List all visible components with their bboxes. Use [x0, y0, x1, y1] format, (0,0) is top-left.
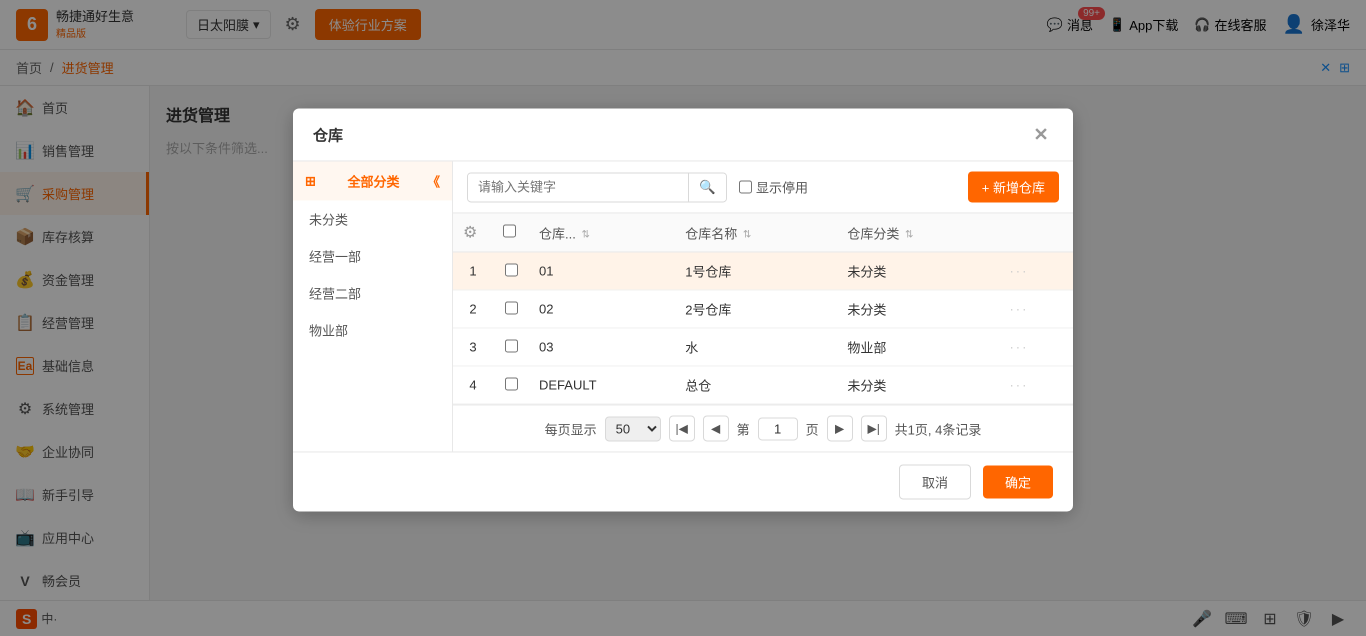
show-disabled-checkbox-label[interactable]: 显示停用 [739, 177, 808, 196]
th-name: 仓库名称 ⇅ [675, 213, 837, 252]
warehouse-table: ⚙ 仓库... ⇅ 仓库名称 ⇅ 仓库分类 ⇅ 1 01 [453, 213, 1073, 404]
row-num: 2 [453, 290, 493, 328]
table-row[interactable]: 4 DEFAULT 总仓 未分类 ··· [453, 366, 1073, 404]
page-label: 第 [737, 419, 750, 438]
per-page-label: 每页显示 [545, 419, 597, 438]
sort-icon-code: ⇅ [581, 229, 589, 240]
category-item-uncategorized[interactable]: 未分类 [293, 200, 452, 237]
warehouse-modal: 仓库 ✕ ⊞ 全部分类 《 未分类 经营一部 经营二部 物业部 [293, 108, 1073, 511]
row-name: 水 [675, 328, 837, 366]
total-records: 共1页, 4条记录 [895, 419, 982, 438]
row-category: 物业部 [837, 328, 999, 366]
select-all-checkbox[interactable] [503, 224, 516, 237]
row-category: 未分类 [837, 366, 999, 404]
row-checkbox-cell [493, 328, 529, 366]
table-row[interactable]: 3 03 水 物业部 ··· [453, 328, 1073, 366]
row-category: 未分类 [837, 290, 999, 328]
search-input[interactable] [468, 173, 688, 200]
category-list: 未分类 经营一部 经营二部 物业部 [293, 200, 452, 451]
row-checkbox[interactable] [505, 377, 518, 390]
row-code: 01 [529, 252, 675, 290]
row-checkbox[interactable] [505, 301, 518, 314]
per-page-select[interactable]: 50 20 100 [605, 416, 661, 441]
category-item-ops2[interactable]: 经营二部 [293, 274, 452, 311]
th-category: 仓库分类 ⇅ [837, 213, 999, 252]
row-num: 4 [453, 366, 493, 404]
cancel-button[interactable]: 取消 [899, 464, 971, 499]
row-checkbox-cell [493, 252, 529, 290]
sort-icon-name: ⇅ [743, 229, 751, 240]
add-warehouse-button[interactable]: + 新增仓库 [968, 171, 1059, 202]
category-item-property[interactable]: 物业部 [293, 311, 452, 348]
row-code: DEFAULT [529, 366, 675, 404]
all-categories-label: 全部分类 [347, 171, 399, 190]
row-num: 3 [453, 328, 493, 366]
row-more[interactable]: ··· [999, 252, 1073, 290]
th-checkbox [493, 213, 529, 252]
row-name: 1号仓库 [675, 252, 837, 290]
table-scroll: ⚙ 仓库... ⇅ 仓库名称 ⇅ 仓库分类 ⇅ 1 01 [453, 213, 1073, 404]
table-header: ⚙ 仓库... ⇅ 仓库名称 ⇅ 仓库分类 ⇅ [453, 213, 1073, 252]
row-name: 2号仓库 [675, 290, 837, 328]
row-num: 1 [453, 252, 493, 290]
row-more[interactable]: ··· [999, 328, 1073, 366]
show-disabled-text: 显示停用 [756, 177, 808, 196]
th-actions [999, 213, 1073, 252]
category-item-ops1[interactable]: 经营一部 [293, 237, 452, 274]
row-name: 总仓 [675, 366, 837, 404]
row-checkbox-cell [493, 366, 529, 404]
first-page-btn[interactable]: |◀ [669, 415, 695, 441]
collapse-icon: 《 [427, 171, 440, 190]
row-checkbox-cell [493, 290, 529, 328]
row-more[interactable]: ··· [999, 290, 1073, 328]
search-button[interactable]: 🔍 [688, 173, 726, 201]
all-categories-button[interactable]: ⊞ 全部分类 《 [293, 161, 452, 200]
page-unit: 页 [806, 419, 819, 438]
table-body: 1 01 1号仓库 未分类 ··· 2 02 2号仓库 未分类 [453, 252, 1073, 404]
row-code: 02 [529, 290, 675, 328]
confirm-button[interactable]: 确定 [983, 465, 1053, 498]
column-settings-icon[interactable]: ⚙ [463, 224, 477, 241]
table-row[interactable]: 2 02 2号仓库 未分类 ··· [453, 290, 1073, 328]
row-checkbox[interactable] [505, 263, 518, 276]
search-box: 🔍 [467, 172, 727, 202]
prev-page-btn[interactable]: ◀ [703, 415, 729, 441]
modal-footer: 取消 确定 [293, 451, 1073, 511]
category-panel: ⊞ 全部分类 《 未分类 经营一部 经营二部 物业部 [293, 161, 453, 451]
pagination-bar: 每页显示 50 20 100 |◀ ◀ 第 页 ▶ ▶| 共1页, 4条记录 [453, 404, 1073, 451]
row-category: 未分类 [837, 252, 999, 290]
th-code: 仓库... ⇅ [529, 213, 675, 252]
modal-body: ⊞ 全部分类 《 未分类 经营一部 经营二部 物业部 🔍 显示 [293, 161, 1073, 451]
table-row[interactable]: 1 01 1号仓库 未分类 ··· [453, 252, 1073, 290]
row-code: 03 [529, 328, 675, 366]
row-checkbox[interactable] [505, 339, 518, 352]
page-number-input[interactable] [758, 417, 798, 440]
sort-icon-category: ⇅ [905, 229, 913, 240]
table-toolbar: 🔍 显示停用 + 新增仓库 [453, 161, 1073, 213]
next-page-btn[interactable]: ▶ [827, 415, 853, 441]
modal-title: 仓库 [313, 124, 343, 145]
th-settings: ⚙ [453, 213, 493, 252]
modal-close-button[interactable]: ✕ [1029, 122, 1053, 146]
show-disabled-checkbox[interactable] [739, 180, 752, 193]
modal-header: 仓库 ✕ [293, 108, 1073, 161]
row-more[interactable]: ··· [999, 366, 1073, 404]
table-panel: 🔍 显示停用 + 新增仓库 ⚙ 仓库... ⇅ 仓库名称 ⇅ [453, 161, 1073, 451]
grid-icon: ⊞ [305, 173, 316, 189]
last-page-btn[interactable]: ▶| [861, 415, 887, 441]
